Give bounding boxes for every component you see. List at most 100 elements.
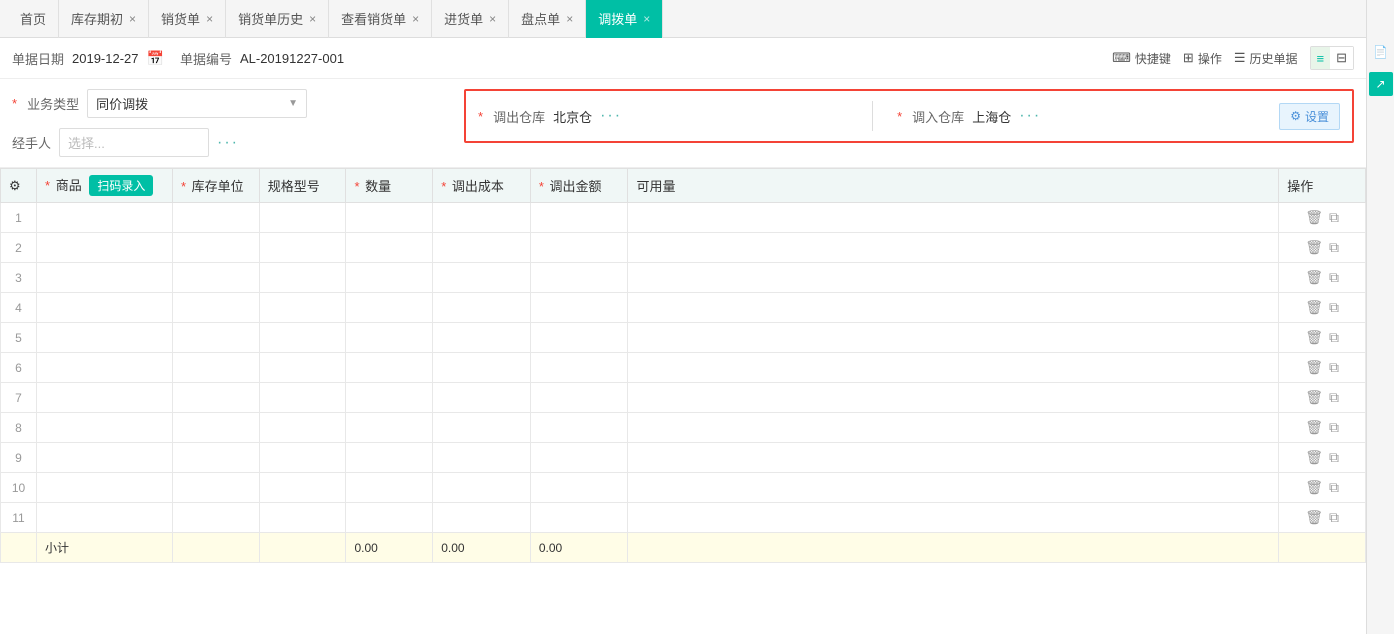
delete-icon-5[interactable]: 🗑	[1305, 329, 1323, 346]
unit-cell-1[interactable]	[172, 203, 259, 233]
amount-cell-7[interactable]	[530, 383, 628, 413]
product-cell-6[interactable]	[37, 353, 173, 383]
tab-close-inventory-init[interactable]: ×	[129, 12, 136, 26]
qty-cell-9[interactable]	[346, 443, 433, 473]
available-cell-8[interactable]	[628, 413, 1279, 443]
available-cell-3[interactable]	[628, 263, 1279, 293]
spec-cell-7[interactable]	[259, 383, 346, 413]
tab-stocktake[interactable]: 盘点单 ×	[509, 0, 586, 38]
spec-cell-9[interactable]	[259, 443, 346, 473]
sidebar-expand-icon[interactable]: ↗	[1369, 72, 1393, 96]
amount-cell-4[interactable]	[530, 293, 628, 323]
qty-cell-7[interactable]	[346, 383, 433, 413]
amount-cell-3[interactable]	[530, 263, 628, 293]
cost-cell-11[interactable]	[433, 503, 531, 533]
cost-cell-9[interactable]	[433, 443, 531, 473]
cost-cell-7[interactable]	[433, 383, 531, 413]
spec-cell-2[interactable]	[259, 233, 346, 263]
tab-sales-order[interactable]: 销货单 ×	[149, 0, 226, 38]
qty-cell-1[interactable]	[346, 203, 433, 233]
delete-icon-4[interactable]: 🗑	[1305, 299, 1323, 316]
unit-cell-9[interactable]	[172, 443, 259, 473]
unit-cell-5[interactable]	[172, 323, 259, 353]
product-cell-5[interactable]	[37, 323, 173, 353]
th-gear[interactable]: ⚙	[1, 169, 37, 203]
tab-close-transfer[interactable]: ×	[643, 12, 650, 26]
spec-cell-3[interactable]	[259, 263, 346, 293]
qty-cell-8[interactable]	[346, 413, 433, 443]
delete-icon-7[interactable]: 🗑	[1305, 389, 1323, 406]
tab-close-view-sales[interactable]: ×	[412, 12, 419, 26]
available-cell-5[interactable]	[628, 323, 1279, 353]
available-cell-4[interactable]	[628, 293, 1279, 323]
delete-icon-2[interactable]: 🗑	[1305, 239, 1323, 256]
in-warehouse-more-icon[interactable]: ···	[1019, 107, 1041, 125]
product-cell-9[interactable]	[37, 443, 173, 473]
person-more-icon[interactable]: ···	[217, 134, 239, 152]
qty-cell-6[interactable]	[346, 353, 433, 383]
unit-cell-7[interactable]	[172, 383, 259, 413]
product-cell-11[interactable]	[37, 503, 173, 533]
copy-icon-10[interactable]: ⧉	[1329, 479, 1339, 496]
delete-icon-8[interactable]: 🗑	[1305, 419, 1323, 436]
available-cell-6[interactable]	[628, 353, 1279, 383]
product-cell-4[interactable]	[37, 293, 173, 323]
qty-cell-11[interactable]	[346, 503, 433, 533]
delete-icon-9[interactable]: 🗑	[1305, 449, 1323, 466]
qty-cell-10[interactable]	[346, 473, 433, 503]
copy-icon-5[interactable]: ⧉	[1329, 329, 1339, 346]
unit-cell-10[interactable]	[172, 473, 259, 503]
tab-close-sales-order[interactable]: ×	[206, 12, 213, 26]
in-warehouse-value[interactable]: 上海仓	[972, 107, 1011, 126]
available-cell-2[interactable]	[628, 233, 1279, 263]
copy-icon-8[interactable]: ⧉	[1329, 419, 1339, 436]
delete-icon-6[interactable]: 🗑	[1305, 359, 1323, 376]
product-cell-1[interactable]	[37, 203, 173, 233]
product-cell-2[interactable]	[37, 233, 173, 263]
amount-cell-6[interactable]	[530, 353, 628, 383]
cost-cell-1[interactable]	[433, 203, 531, 233]
shortcut-action[interactable]: ⌨ 快捷键	[1112, 50, 1171, 67]
copy-icon-6[interactable]: ⧉	[1329, 359, 1339, 376]
copy-icon-2[interactable]: ⧉	[1329, 239, 1339, 256]
tab-view-sales[interactable]: 查看销货单 ×	[329, 0, 432, 38]
sidebar-doc-icon[interactable]: 📄	[1369, 40, 1393, 64]
qty-cell-2[interactable]	[346, 233, 433, 263]
amount-cell-10[interactable]	[530, 473, 628, 503]
spec-cell-4[interactable]	[259, 293, 346, 323]
gear-settings-icon[interactable]: ⚙	[9, 178, 21, 193]
cost-cell-3[interactable]	[433, 263, 531, 293]
copy-icon-7[interactable]: ⧉	[1329, 389, 1339, 406]
business-type-select[interactable]: 同价调拨 ▼	[87, 89, 307, 118]
available-cell-7[interactable]	[628, 383, 1279, 413]
cost-cell-8[interactable]	[433, 413, 531, 443]
amount-cell-1[interactable]	[530, 203, 628, 233]
copy-icon-11[interactable]: ⧉	[1329, 509, 1339, 526]
cost-cell-6[interactable]	[433, 353, 531, 383]
cost-cell-5[interactable]	[433, 323, 531, 353]
settings-button[interactable]: ⚙ 设置	[1279, 103, 1340, 130]
qty-cell-5[interactable]	[346, 323, 433, 353]
available-cell-9[interactable]	[628, 443, 1279, 473]
copy-icon-3[interactable]: ⧉	[1329, 269, 1339, 286]
amount-cell-11[interactable]	[530, 503, 628, 533]
cost-cell-4[interactable]	[433, 293, 531, 323]
delete-icon-1[interactable]: 🗑	[1305, 209, 1323, 226]
person-select[interactable]: 选择...	[59, 128, 209, 157]
spec-cell-5[interactable]	[259, 323, 346, 353]
product-cell-7[interactable]	[37, 383, 173, 413]
spec-cell-10[interactable]	[259, 473, 346, 503]
out-warehouse-more-icon[interactable]: ···	[600, 107, 622, 125]
available-cell-11[interactable]	[628, 503, 1279, 533]
delete-icon-11[interactable]: 🗑	[1305, 509, 1323, 526]
spec-cell-6[interactable]	[259, 353, 346, 383]
history-action[interactable]: ☰ 历史单据	[1234, 50, 1298, 67]
amount-cell-8[interactable]	[530, 413, 628, 443]
cost-cell-10[interactable]	[433, 473, 531, 503]
tab-close-stocktake[interactable]: ×	[566, 12, 573, 26]
grid-view-button[interactable]: ⊟	[1330, 47, 1353, 69]
tab-sales-history[interactable]: 销货单历史 ×	[226, 0, 329, 38]
amount-cell-2[interactable]	[530, 233, 628, 263]
amount-cell-9[interactable]	[530, 443, 628, 473]
delete-icon-3[interactable]: 🗑	[1305, 269, 1323, 286]
